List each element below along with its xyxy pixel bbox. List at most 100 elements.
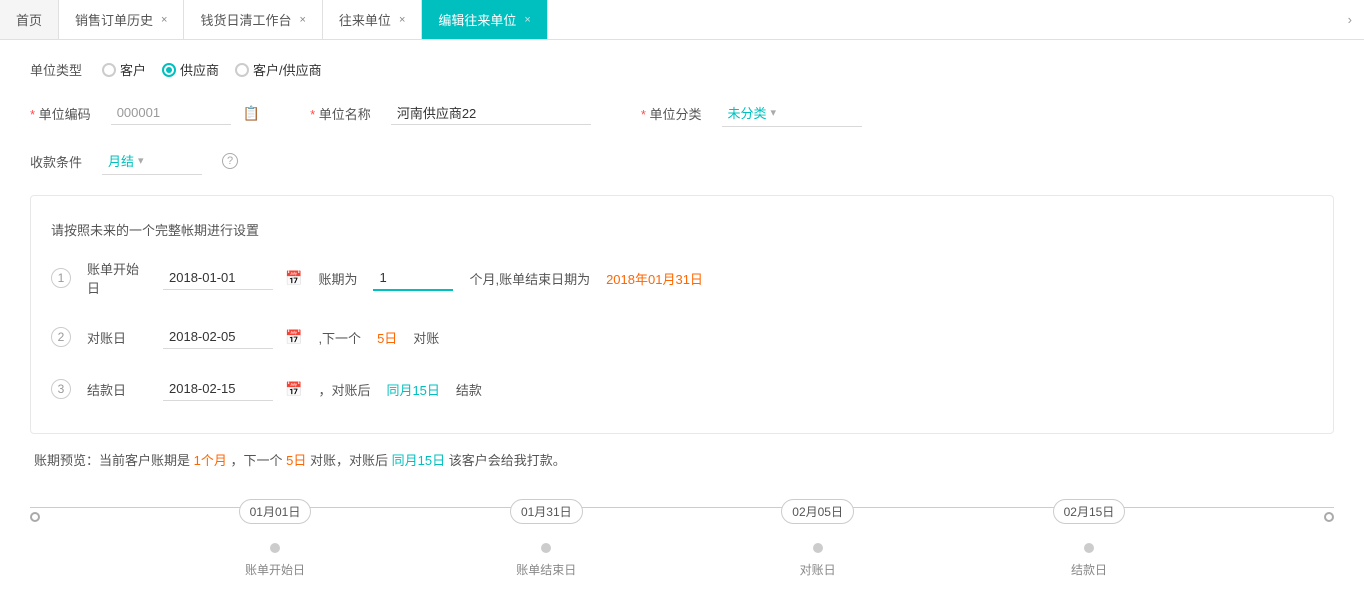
timeline-dot-2 bbox=[541, 543, 551, 553]
preview-after: 对账，对账后 bbox=[310, 453, 388, 468]
row-num-1: 1 bbox=[51, 268, 71, 288]
row-label-1: 账单开始日 bbox=[87, 259, 147, 297]
preview-section: 账期预览：当前客户账期是 1个月 ，下一个 5日 对账，对账后 同月15日 该客… bbox=[30, 450, 1334, 469]
payment-date-field: 📅 bbox=[163, 377, 302, 401]
unit-name-input[interactable] bbox=[391, 101, 591, 125]
unit-name-label: 单位名称 bbox=[310, 104, 371, 123]
payment-date-input[interactable] bbox=[163, 377, 273, 401]
reconcile-suffix: 对账 bbox=[413, 328, 439, 347]
tab-edit-partner-close-icon[interactable]: × bbox=[524, 14, 530, 26]
preview-reconcile-highlight: 5日 bbox=[286, 453, 306, 468]
timeline-node-end-dot bbox=[1324, 499, 1334, 522]
radio-customer[interactable]: 客户 bbox=[102, 60, 146, 79]
timeline-start-dot bbox=[30, 512, 40, 522]
row-label-3: 结款日 bbox=[87, 380, 147, 399]
unit-type-radio-group: 客户 供应商 客户/供应商 bbox=[102, 60, 322, 79]
timeline-badge-3: 02月05日 bbox=[781, 499, 854, 524]
timeline: 01月01日 账单开始日 01月31日 账单结束日 02月05日 对账日 02月… bbox=[30, 489, 1334, 588]
unit-category-value: 未分类 bbox=[728, 103, 767, 122]
timeline-label-2: 账单结束日 bbox=[516, 561, 576, 578]
payment-terms-value: 月结 bbox=[108, 151, 134, 170]
tab-more-button[interactable]: › bbox=[1336, 0, 1364, 39]
timeline-label-4: 结款日 bbox=[1071, 561, 1107, 578]
reconcile-date-calendar-icon[interactable]: 📅 bbox=[285, 329, 302, 346]
tab-partners-label: 往来单位 bbox=[339, 10, 391, 29]
tab-edit-partner-label: 编辑往来单位 bbox=[438, 10, 516, 29]
payment-date-calendar-icon[interactable]: 📅 bbox=[285, 381, 302, 398]
row-num-2: 2 bbox=[51, 327, 71, 347]
tab-partners-close-icon[interactable]: × bbox=[399, 14, 405, 26]
unit-category-field: 未分类 ▾ bbox=[722, 99, 862, 127]
radio-supplier[interactable]: 供应商 bbox=[162, 60, 219, 79]
payment-terms-arrow-icon: ▾ bbox=[138, 154, 144, 167]
timeline-dot-4 bbox=[1084, 543, 1094, 553]
tab-sales-label: 销售订单历史 bbox=[75, 10, 153, 29]
unit-type-row: 单位类型 客户 供应商 客户/供应商 bbox=[30, 60, 1334, 79]
start-date-calendar-icon[interactable]: 📅 bbox=[285, 270, 302, 287]
period-row-3: 3 结款日 📅 ，对账后 同月15日 结款 bbox=[51, 377, 1313, 401]
timeline-dot-3 bbox=[813, 543, 823, 553]
radio-both[interactable]: 客户/供应商 bbox=[235, 60, 322, 79]
tab-sales-order-history[interactable]: 销售订单历史 × bbox=[59, 0, 184, 39]
copy-icon[interactable]: 📋 bbox=[243, 105, 260, 122]
preview-label: 账期预览：当前客户账期是 bbox=[34, 453, 190, 468]
timeline-node-start-dot bbox=[30, 499, 40, 522]
preview-mid: ，下一个 bbox=[231, 453, 283, 468]
preview-end: 该客户会给我打款。 bbox=[449, 453, 566, 468]
radio-both-circle bbox=[235, 63, 249, 77]
tab-cash-work[interactable]: 钱货日清工作台 × bbox=[184, 0, 322, 39]
reconcile-day-highlight: 5日 bbox=[377, 328, 397, 347]
unit-code-input[interactable] bbox=[111, 101, 231, 125]
period-label: 账期为 bbox=[318, 269, 357, 288]
tab-home[interactable]: 首页 bbox=[0, 0, 59, 39]
radio-supplier-label: 供应商 bbox=[180, 60, 219, 79]
unit-category-arrow-icon: ▾ bbox=[771, 106, 777, 119]
period-settings-section: 请按照未来的一个完整帐期进行设置 1 账单开始日 📅 账期为 个月,账单结束日期… bbox=[30, 195, 1334, 434]
reconcile-date-input[interactable] bbox=[163, 325, 273, 349]
unit-category-dropdown[interactable]: 未分类 ▾ bbox=[722, 99, 862, 127]
tab-edit-partner[interactable]: 编辑往来单位 × bbox=[422, 0, 547, 39]
tab-sales-close-icon[interactable]: × bbox=[161, 14, 167, 26]
timeline-node-1: 01月01日 账单开始日 bbox=[239, 499, 312, 578]
preview-period-highlight: 1个月 bbox=[194, 453, 227, 468]
unit-code-label: 单位编码 bbox=[30, 104, 91, 123]
reconcile-date-field: 📅 bbox=[163, 325, 302, 349]
help-icon[interactable]: ? bbox=[222, 153, 238, 169]
period-input[interactable] bbox=[373, 266, 453, 291]
radio-both-label: 客户/供应商 bbox=[253, 60, 322, 79]
unit-type-label: 单位类型 bbox=[30, 60, 82, 79]
radio-customer-label: 客户 bbox=[120, 60, 146, 79]
tab-home-label: 首页 bbox=[16, 10, 42, 29]
tab-partners[interactable]: 往来单位 × bbox=[323, 0, 422, 39]
start-date-field: 📅 bbox=[163, 266, 302, 290]
section-title: 请按照未来的一个完整帐期进行设置 bbox=[51, 220, 1313, 239]
tab-cash-close-icon[interactable]: × bbox=[299, 14, 305, 26]
reconcile-prefix: ,下一个 bbox=[318, 328, 361, 347]
tab-cash-label: 钱货日清工作台 bbox=[200, 10, 291, 29]
radio-customer-circle bbox=[102, 63, 116, 77]
payment-terms-label: 收款条件 bbox=[30, 152, 82, 171]
main-content: 单位类型 客户 供应商 客户/供应商 单位编码 📋 单位名称 单 bbox=[0, 40, 1364, 608]
payment-suffix: 结款 bbox=[456, 380, 482, 399]
payment-day-highlight: 同月15日 bbox=[386, 380, 439, 399]
start-date-input[interactable] bbox=[163, 266, 273, 290]
row-label-2: 对账日 bbox=[87, 328, 147, 347]
timeline-badge-4: 02月15日 bbox=[1053, 499, 1126, 524]
timeline-badge-2: 01月31日 bbox=[510, 499, 583, 524]
unit-name-field bbox=[391, 101, 591, 125]
period-end-date: 2018年01月31日 bbox=[606, 269, 703, 288]
timeline-nodes: 01月01日 账单开始日 01月31日 账单结束日 02月05日 对账日 02月… bbox=[30, 499, 1334, 578]
payment-terms-dropdown[interactable]: 月结 ▾ bbox=[102, 147, 202, 175]
timeline-node-4: 02月15日 结款日 bbox=[1053, 499, 1126, 578]
period-row-2: 2 对账日 📅 ,下一个 5日 对账 bbox=[51, 325, 1313, 349]
timeline-dot-1 bbox=[270, 543, 280, 553]
timeline-node-2: 01月31日 账单结束日 bbox=[510, 499, 583, 578]
preview-payment-highlight: 同月15日 bbox=[392, 453, 445, 468]
period-row-1: 1 账单开始日 📅 账期为 个月,账单结束日期为 2018年01月31日 bbox=[51, 259, 1313, 297]
unit-code-field: 📋 bbox=[111, 101, 260, 125]
timeline-node-3: 02月05日 对账日 bbox=[781, 499, 854, 578]
timeline-label-3: 对账日 bbox=[800, 561, 836, 578]
radio-supplier-circle bbox=[162, 63, 176, 77]
timeline-end-dot bbox=[1324, 512, 1334, 522]
period-unit-text: 个月,账单结束日期为 bbox=[469, 269, 590, 288]
